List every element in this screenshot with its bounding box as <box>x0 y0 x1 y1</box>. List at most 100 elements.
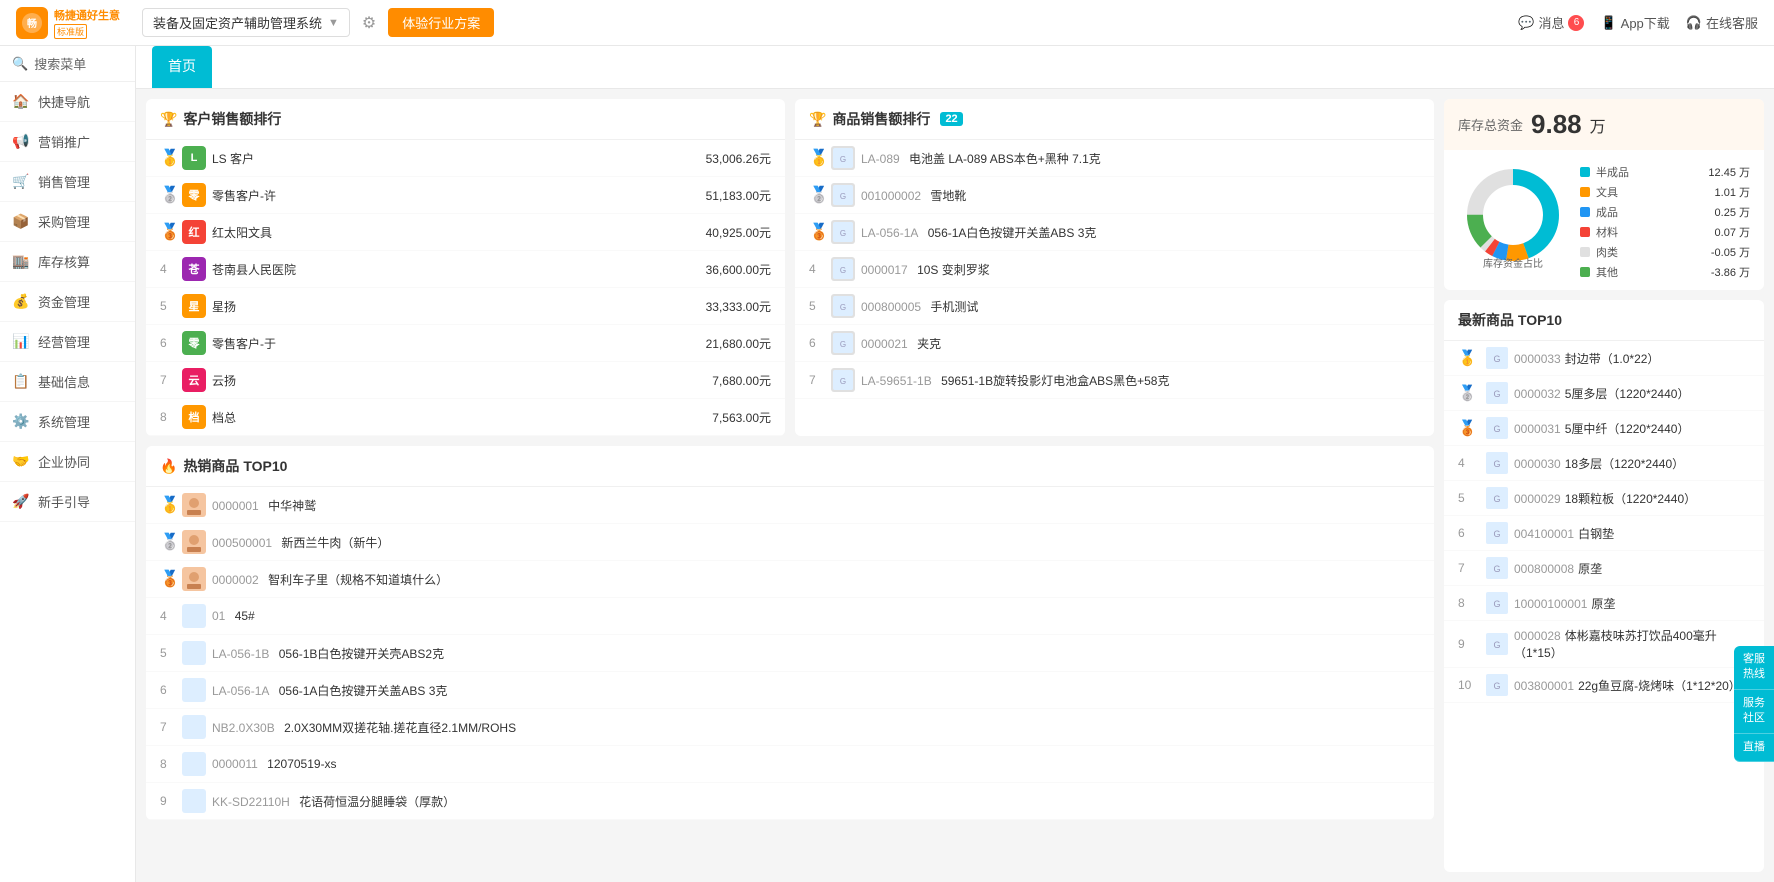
svg-text:G: G <box>1493 681 1500 691</box>
tab-home[interactable]: 首页 <box>152 46 212 88</box>
sidebar-item-purchase[interactable]: 📦 采购管理 <box>0 202 135 242</box>
hot-product-info: 0000002 智利车子里（规格不知道填什么） <box>212 571 1420 588</box>
sidebar-item-sales[interactable]: 🛒 销售管理 <box>0 162 135 202</box>
product-info: 001000002 雪地靴 <box>861 187 1420 204</box>
rank-number: 7 <box>160 373 182 387</box>
sidebar-item-finance[interactable]: 💰 资金管理 <box>0 282 135 322</box>
product-sales-row: 7 G LA-59651-1B 59651-1B旋转投影灯电池盒ABS黑色+58… <box>795 362 1434 399</box>
online-service-btn[interactable]: 🎧 在线客服 <box>1686 13 1758 32</box>
legend-item: 半成品 12.45 万 <box>1580 164 1750 180</box>
product-name: 056-1A白色按键开关盖ABS 3克 <box>928 226 1097 240</box>
newest-product-row: 4 G 000003018多层（1220*2440） <box>1444 446 1764 481</box>
product-name: 45# <box>235 609 255 623</box>
customer-name: 云扬 <box>212 372 712 389</box>
float-btn-community[interactable]: 服务社区 <box>1734 690 1774 734</box>
app-download-btn[interactable]: 📱 App下载 <box>1600 13 1669 32</box>
home-icon: 🏠 <box>12 93 30 111</box>
megaphone-icon: 📢 <box>12 133 30 151</box>
product-sales-header: 🏆 商品销售额排行 22 <box>795 99 1434 140</box>
top-right-area: 💬 消息 6 📱 App下载 🎧 在线客服 <box>1518 13 1758 32</box>
product-sales-row: 🥉 G LA-056-1A 056-1A白色按键开关盖ABS 3克 <box>795 214 1434 251</box>
product-code: 0000032 <box>1514 387 1561 401</box>
rank-number: 6 <box>809 336 831 350</box>
product-info: 0000021 夹克 <box>861 335 1420 352</box>
product-name: 0000033封边带（1.0*22） <box>1514 350 1750 367</box>
inventory-panel: 库存总资金 9.88 万 <box>1444 99 1764 290</box>
rank-number: 4 <box>160 609 182 623</box>
svg-text:G: G <box>1493 494 1500 504</box>
product-thumb: G <box>1486 674 1508 696</box>
sidebar-item-newbie[interactable]: 🚀 新手引导 <box>0 482 135 522</box>
product-thumb: G <box>1486 633 1508 655</box>
chart-legend: 半成品 12.45 万 文具 1.01 万 成品 0.25 万 材料 0.07 … <box>1580 160 1750 280</box>
legend-item: 材料 0.07 万 <box>1580 224 1750 240</box>
rank-number: 9 <box>1458 637 1480 651</box>
sidebar-item-system[interactable]: ⚙️ 系统管理 <box>0 402 135 442</box>
settings-icon[interactable]: ⚙ <box>362 13 376 33</box>
legend-item: 肉类 -0.05 万 <box>1580 244 1750 260</box>
trial-button[interactable]: 体验行业方案 <box>388 8 494 37</box>
sidebar-item-inventory[interactable]: 🏬 库存核算 <box>0 242 135 282</box>
newest-product-row: 5 G 000002918颗粒板（1220*2440） <box>1444 481 1764 516</box>
sidebar-item-marketing[interactable]: 📢 营销推广 <box>0 122 135 162</box>
system-name: 装备及固定资产辅助管理系统 <box>153 13 322 32</box>
hot-product-thumb <box>182 493 206 517</box>
legend-dot <box>1580 227 1590 237</box>
hot-product-thumb <box>182 789 206 813</box>
rank-number: 🥉 <box>1458 419 1480 437</box>
logo-text-area: 畅捷通好生意 标准版 <box>54 7 120 39</box>
product-code: 0000011 <box>212 757 258 771</box>
warehouse-icon: 🏬 <box>12 253 30 271</box>
logo-text: 畅捷通好生意 <box>54 7 120 23</box>
product-name: 夹克 <box>917 337 941 351</box>
float-btn-live[interactable]: 直播 <box>1734 734 1774 762</box>
customer-name: 苍南县人民医院 <box>212 261 706 278</box>
legend-value: 0.25 万 <box>1715 204 1750 220</box>
legend-value: -3.86 万 <box>1711 264 1750 280</box>
hot-product-row: 6 LA-056-1A 056-1A白色按键开关盖ABS 3克 <box>146 672 1434 709</box>
product-info: LA-59651-1B 59651-1B旋转投影灯电池盒ABS黑色+58克 <box>861 372 1420 389</box>
hot-product-info: NB2.0X30B 2.0X30MM双搓花轴.搓花直径2.1MM/ROHS <box>212 719 1420 736</box>
money-icon: 💰 <box>12 293 30 311</box>
sidebar-item-quick-nav[interactable]: 🏠 快捷导航 <box>0 82 135 122</box>
nav-label: 采购管理 <box>38 212 90 231</box>
product-name: 000003018多层（1220*2440） <box>1514 455 1750 472</box>
nav-label: 新手引导 <box>38 492 90 511</box>
product-code: LA-056-1B <box>212 647 269 661</box>
rank-number: 10 <box>1458 678 1480 692</box>
product-name: 花语荷恒温分腿睡袋（厚款） <box>299 795 455 809</box>
product-name: 10S 变刺罗浆 <box>917 263 990 277</box>
product-sales-row: 4 G 0000017 10S 变刺罗浆 <box>795 251 1434 288</box>
product-name: 中华神鹫 <box>268 499 316 513</box>
search-menu-btn[interactable]: 🔍 搜索菜单 <box>0 46 135 82</box>
newest-product-row: 🥈 G 00000325厘多层（1220*2440） <box>1444 376 1764 411</box>
hot-product-thumb <box>182 715 206 739</box>
sidebar-item-basic-info[interactable]: 📋 基础信息 <box>0 362 135 402</box>
message-btn[interactable]: 💬 消息 6 <box>1518 13 1584 32</box>
product-code: 000800005 <box>861 300 921 314</box>
product-info: LA-089 电池盖 LA-089 ABS本色+黑种 7.1克 <box>861 150 1420 167</box>
product-code: 000800008 <box>1514 562 1574 576</box>
rank-number: 6 <box>1458 526 1480 540</box>
customer-ranking-row: 6 零 零售客户-于 21,680.00元 <box>146 325 785 362</box>
product-thumb: G <box>1486 557 1508 579</box>
newest-product-row: 6 G 004100001白钢垫 <box>1444 516 1764 551</box>
product-code: NB2.0X30B <box>212 721 275 735</box>
legend-name: 材料 <box>1596 224 1709 240</box>
legend-value: 12.45 万 <box>1708 164 1750 180</box>
float-btn-customer-service[interactable]: 客服热线 <box>1734 646 1774 690</box>
system-selector[interactable]: 装备及固定资产辅助管理系统 ▼ <box>142 8 350 37</box>
product-thumb: G <box>831 294 855 318</box>
hot-product-row: 🥇 0000001 中华神鹫 <box>146 487 1434 524</box>
float-buttons: 客服热线 服务社区 直播 <box>1734 646 1774 762</box>
product-thumb: G <box>1486 522 1508 544</box>
hot-product-thumb <box>182 567 206 591</box>
legend-value: -0.05 万 <box>1711 244 1750 260</box>
rank-number: 7 <box>1458 561 1480 575</box>
sidebar-item-corp-collab[interactable]: 🤝 企业协同 <box>0 442 135 482</box>
customer-ranking-row: 🥉 红 红太阳文具 40,925.00元 <box>146 214 785 251</box>
nav-label: 销售管理 <box>38 172 90 191</box>
product-code: 0000033 <box>1514 352 1561 366</box>
sidebar-item-operations[interactable]: 📊 经营管理 <box>0 322 135 362</box>
rank-number: 4 <box>1458 456 1480 470</box>
